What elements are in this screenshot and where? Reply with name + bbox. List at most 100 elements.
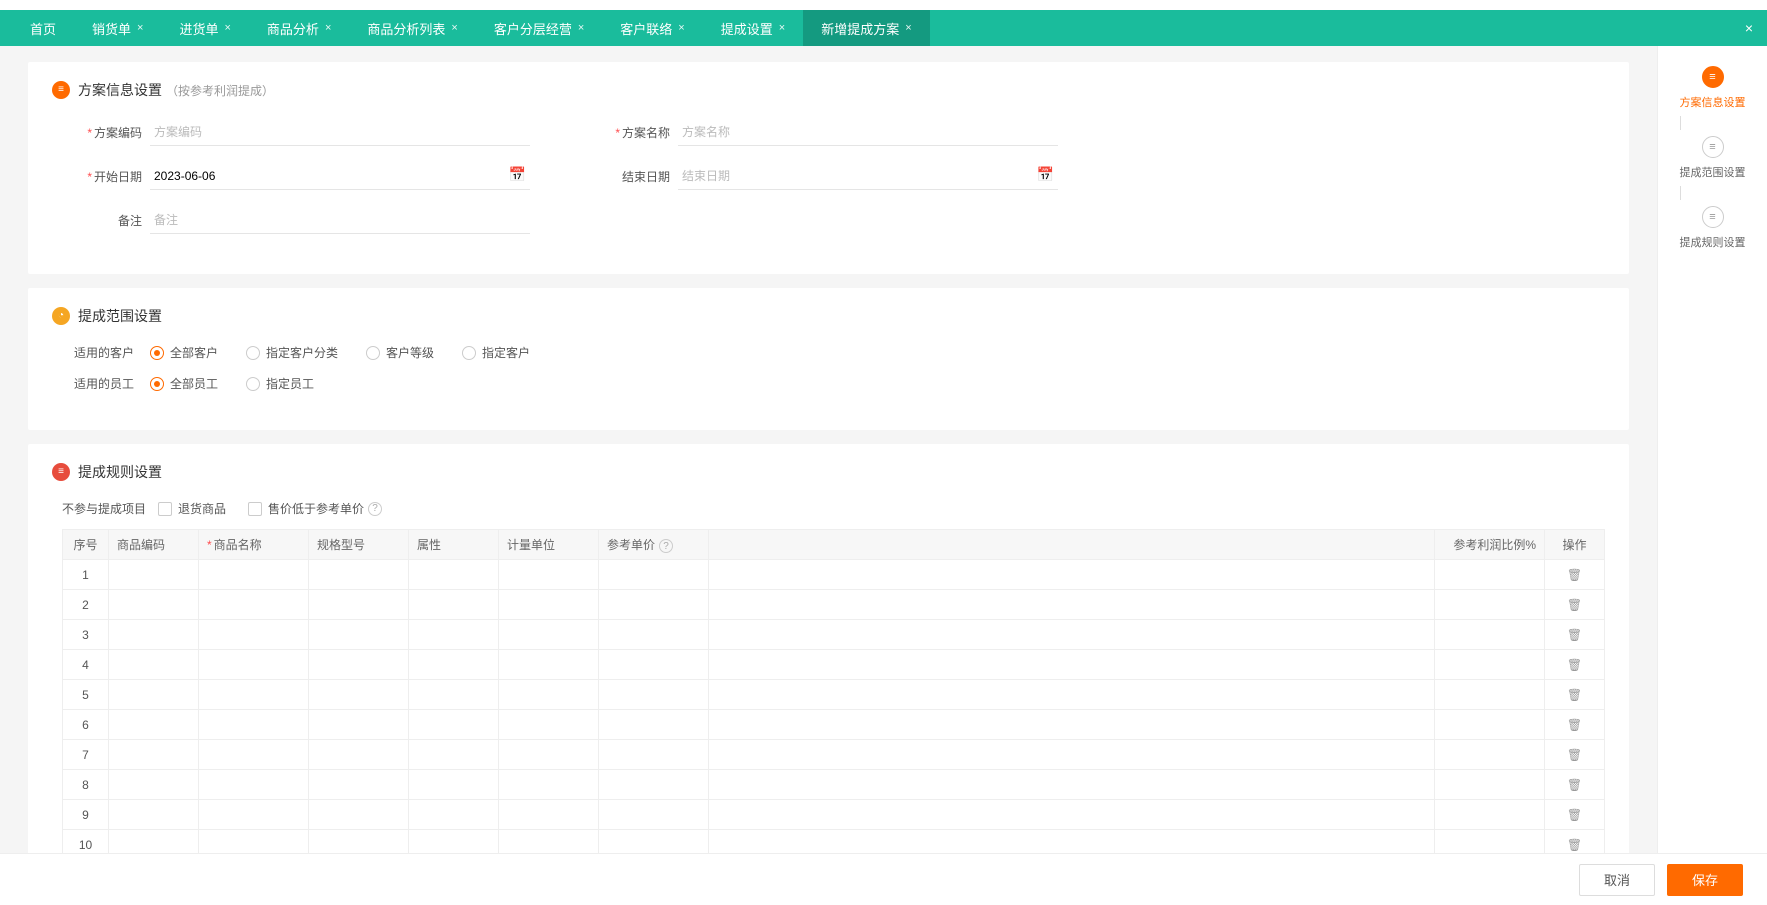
table-row[interactable]: 6🗑 — [63, 710, 1605, 740]
table-cell[interactable] — [109, 770, 199, 800]
table-cell[interactable] — [499, 560, 599, 590]
table-cell[interactable] — [599, 560, 709, 590]
table-cell[interactable] — [599, 590, 709, 620]
sidebar-step[interactable]: ≡提成范围设置 — [1680, 136, 1746, 180]
table-cell[interactable] — [1435, 740, 1545, 770]
sidebar-step[interactable]: ≡提成规则设置 — [1680, 206, 1746, 250]
customer-scope-option[interactable]: 指定客户分类 — [246, 344, 338, 361]
start-date-input[interactable] — [150, 162, 530, 190]
tab-销货单[interactable]: 销货单× — [74, 10, 161, 46]
table-cell[interactable] — [409, 620, 499, 650]
table-cell[interactable] — [409, 800, 499, 830]
table-row[interactable]: 4🗑 — [63, 650, 1605, 680]
table-row[interactable]: 9🗑 — [63, 800, 1605, 830]
table-cell[interactable] — [1435, 650, 1545, 680]
table-cell[interactable] — [199, 710, 309, 740]
table-cell[interactable] — [409, 590, 499, 620]
table-cell[interactable] — [309, 710, 409, 740]
table-cell[interactable] — [309, 650, 409, 680]
table-cell[interactable] — [499, 620, 599, 650]
table-cell[interactable] — [1435, 620, 1545, 650]
delete-icon[interactable]: 🗑 — [1567, 658, 1582, 672]
delete-icon[interactable]: 🗑 — [1567, 628, 1582, 642]
table-cell[interactable] — [199, 800, 309, 830]
table-cell[interactable] — [409, 680, 499, 710]
staff-scope-option[interactable]: 全部员工 — [150, 375, 218, 392]
table-cell[interactable] — [599, 800, 709, 830]
tabbar-close-icon[interactable]: × — [1745, 10, 1753, 46]
tab-close-icon[interactable]: × — [578, 22, 584, 34]
table-cell[interactable] — [309, 800, 409, 830]
remark-input[interactable] — [150, 206, 530, 234]
table-cell[interactable] — [499, 800, 599, 830]
table-cell[interactable] — [109, 740, 199, 770]
table-cell[interactable] — [599, 620, 709, 650]
table-cell[interactable] — [309, 680, 409, 710]
table-cell[interactable] — [409, 770, 499, 800]
tab-提成设置[interactable]: 提成设置× — [703, 10, 803, 46]
delete-icon[interactable]: 🗑 — [1567, 688, 1582, 702]
table-cell[interactable] — [599, 710, 709, 740]
table-row[interactable]: 3🗑 — [63, 620, 1605, 650]
table-cell[interactable] — [109, 800, 199, 830]
table-cell[interactable] — [409, 710, 499, 740]
table-cell[interactable]: 8 — [63, 770, 109, 800]
cancel-button[interactable]: 取消 — [1579, 864, 1655, 896]
delete-icon[interactable]: 🗑 — [1567, 778, 1582, 792]
table-cell[interactable] — [599, 650, 709, 680]
plan-name-input[interactable] — [678, 118, 1058, 146]
tab-close-icon[interactable]: × — [451, 22, 457, 34]
delete-icon[interactable]: 🗑 — [1567, 568, 1582, 582]
table-cell[interactable] — [709, 560, 1435, 590]
table-cell[interactable] — [309, 620, 409, 650]
tab-close-icon[interactable]: × — [325, 22, 331, 34]
table-cell[interactable] — [309, 560, 409, 590]
tab-close-icon[interactable]: × — [779, 22, 785, 34]
customer-scope-option[interactable]: 指定客户 — [462, 344, 530, 361]
table-cell[interactable] — [499, 710, 599, 740]
tab-首页[interactable]: 首页 — [12, 10, 74, 46]
table-cell[interactable] — [409, 740, 499, 770]
sidebar-step[interactable]: ≡方案信息设置 — [1680, 66, 1746, 110]
table-cell[interactable] — [599, 740, 709, 770]
plan-code-input[interactable] — [150, 118, 530, 146]
table-cell[interactable] — [1435, 710, 1545, 740]
table-cell[interactable] — [199, 770, 309, 800]
delete-icon[interactable]: 🗑 — [1567, 808, 1582, 822]
tab-close-icon[interactable]: × — [137, 22, 143, 34]
delete-icon[interactable]: 🗑 — [1567, 748, 1582, 762]
table-cell[interactable] — [109, 620, 199, 650]
table-cell[interactable] — [709, 800, 1435, 830]
tab-close-icon[interactable]: × — [905, 22, 911, 34]
table-cell[interactable] — [309, 740, 409, 770]
table-cell[interactable] — [709, 770, 1435, 800]
end-date-input[interactable] — [678, 162, 1058, 190]
table-cell[interactable] — [199, 590, 309, 620]
table-cell[interactable] — [409, 560, 499, 590]
table-cell[interactable] — [1435, 800, 1545, 830]
table-row[interactable]: 1🗑 — [63, 560, 1605, 590]
table-cell[interactable] — [499, 770, 599, 800]
table-cell[interactable] — [1435, 560, 1545, 590]
tab-商品分析列表[interactable]: 商品分析列表× — [349, 10, 475, 46]
table-cell[interactable]: 9 — [63, 800, 109, 830]
tab-新增提成方案[interactable]: 新增提成方案× — [803, 10, 929, 46]
table-cell[interactable] — [109, 560, 199, 590]
table-cell[interactable]: 4 — [63, 650, 109, 680]
table-cell[interactable] — [709, 650, 1435, 680]
tab-客户分层经营[interactable]: 客户分层经营× — [476, 10, 602, 46]
table-cell[interactable] — [1435, 770, 1545, 800]
delete-icon[interactable]: 🗑 — [1567, 718, 1582, 732]
delete-icon[interactable]: 🗑 — [1567, 838, 1582, 852]
table-cell[interactable] — [309, 590, 409, 620]
table-cell[interactable] — [199, 560, 309, 590]
table-cell[interactable] — [109, 680, 199, 710]
table-cell[interactable] — [109, 710, 199, 740]
table-row[interactable]: 7🗑 — [63, 740, 1605, 770]
save-button[interactable]: 保存 — [1667, 864, 1743, 896]
tab-进货单[interactable]: 进货单× — [161, 10, 248, 46]
table-cell[interactable] — [499, 740, 599, 770]
help-icon[interactable]: ? — [659, 539, 673, 553]
table-cell[interactable]: 6 — [63, 710, 109, 740]
table-cell[interactable] — [499, 680, 599, 710]
